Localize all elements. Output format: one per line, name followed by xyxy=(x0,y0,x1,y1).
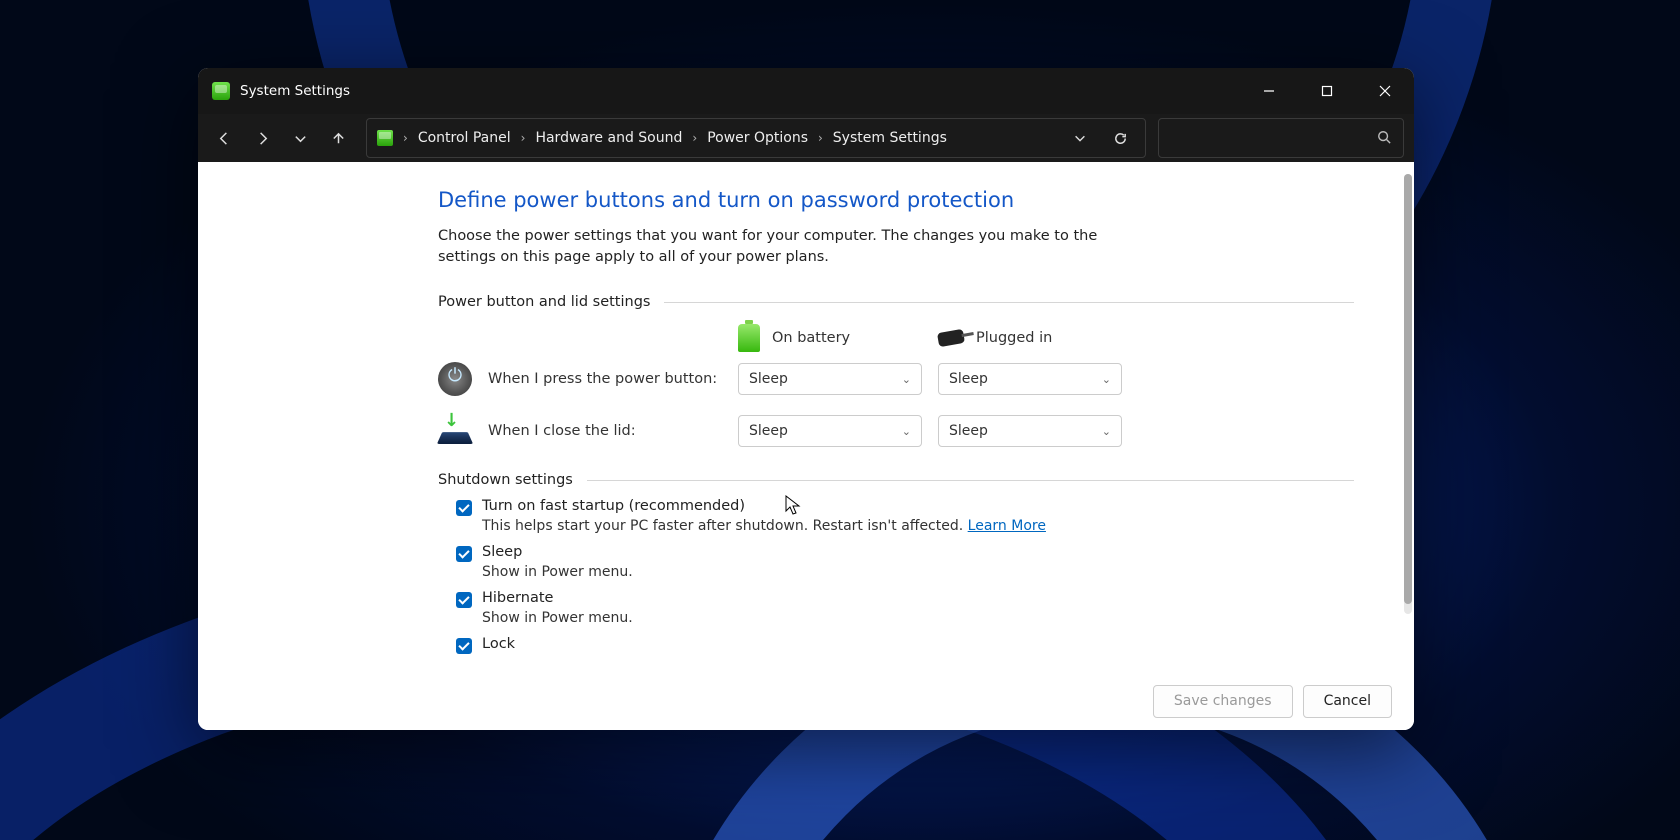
learn-more-link[interactable]: Learn More xyxy=(968,518,1046,534)
row-close-lid: When I close the lid: Sleep ⌄ Sleep ⌄ xyxy=(438,414,1354,448)
section-label-text: Shutdown settings xyxy=(438,472,573,488)
chevron-down-icon: ⌄ xyxy=(902,425,911,438)
checkbox-label: Lock xyxy=(482,636,515,652)
save-changes-button[interactable]: Save changes xyxy=(1153,685,1293,718)
content-area: Define power buttons and turn on passwor… xyxy=(198,162,1414,672)
back-button[interactable] xyxy=(208,122,240,154)
address-bar[interactable]: › Control Panel › Hardware and Sound › P… xyxy=(366,118,1146,158)
minimize-button[interactable] xyxy=(1240,68,1298,114)
select-value: Sleep xyxy=(749,423,788,439)
up-button[interactable] xyxy=(322,122,354,154)
column-on-battery: On battery xyxy=(738,324,938,352)
scrollbar-thumb[interactable] xyxy=(1404,174,1412,604)
section-label-text: Power button and lid settings xyxy=(438,294,650,310)
lid-plugged-select[interactable]: Sleep ⌄ xyxy=(938,415,1122,447)
titlebar: System Settings xyxy=(198,68,1414,114)
chevron-right-icon: › xyxy=(818,131,823,145)
close-button[interactable] xyxy=(1356,68,1414,114)
option-fast-startup: Turn on fast startup (recommended) This … xyxy=(438,498,1354,534)
hibernate-checkbox[interactable] xyxy=(456,592,472,608)
breadcrumb-system-settings[interactable]: System Settings xyxy=(833,130,947,146)
system-settings-window: System Settings › Control Panel › Hardwa… xyxy=(198,68,1414,730)
select-value: Sleep xyxy=(949,371,988,387)
row-label: When I press the power button: xyxy=(488,371,717,387)
lid-battery-select[interactable]: Sleep ⌄ xyxy=(738,415,922,447)
chevron-right-icon: › xyxy=(403,131,408,145)
battery-icon xyxy=(738,324,760,352)
select-value: Sleep xyxy=(749,371,788,387)
option-sleep: Sleep Show in Power menu. xyxy=(438,544,1354,580)
navigation-bar: › Control Panel › Hardware and Sound › P… xyxy=(198,114,1414,162)
fast-startup-description: This helps start your PC faster after sh… xyxy=(482,518,1354,534)
footer: Save changes Cancel xyxy=(198,672,1414,730)
checkbox-label: Turn on fast startup (recommended) xyxy=(482,498,745,514)
power-button-plugged-select[interactable]: Sleep ⌄ xyxy=(938,363,1122,395)
power-button-icon xyxy=(438,362,472,396)
address-dropdown[interactable] xyxy=(1065,131,1095,145)
breadcrumb-power-options[interactable]: Power Options xyxy=(707,130,808,146)
page-title: Define power buttons and turn on passwor… xyxy=(438,188,1354,212)
window-controls xyxy=(1240,68,1414,114)
section-shutdown-settings: Shutdown settings xyxy=(438,472,1354,488)
select-value: Sleep xyxy=(949,423,988,439)
recent-dropdown[interactable] xyxy=(284,122,316,154)
cancel-button[interactable]: Cancel xyxy=(1303,685,1392,718)
control-panel-icon xyxy=(377,130,393,146)
window-title: System Settings xyxy=(240,83,350,99)
sleep-checkbox[interactable] xyxy=(456,546,472,562)
section-power-button-lid: Power button and lid settings xyxy=(438,294,1354,310)
divider xyxy=(664,302,1354,303)
checkbox-description: Show in Power menu. xyxy=(482,564,1354,580)
divider xyxy=(587,480,1354,481)
chevron-right-icon: › xyxy=(521,131,526,145)
option-hibernate: Hibernate Show in Power menu. xyxy=(438,590,1354,626)
breadcrumb-hardware-sound[interactable]: Hardware and Sound xyxy=(535,130,682,146)
search-icon xyxy=(1377,129,1391,148)
page-description: Choose the power settings that you want … xyxy=(438,226,1138,268)
content: Define power buttons and turn on passwor… xyxy=(198,162,1414,672)
plug-icon xyxy=(937,329,965,347)
power-button-battery-select[interactable]: Sleep ⌄ xyxy=(738,363,922,395)
chevron-down-icon: ⌄ xyxy=(1102,425,1111,438)
search-box[interactable] xyxy=(1158,118,1404,158)
checkbox-label: Hibernate xyxy=(482,590,553,606)
maximize-button[interactable] xyxy=(1298,68,1356,114)
refresh-button[interactable] xyxy=(1105,131,1135,146)
lid-icon xyxy=(438,414,472,448)
row-power-button: When I press the power button: Sleep ⌄ S… xyxy=(438,362,1354,396)
option-lock: Lock xyxy=(438,636,1354,654)
checkbox-description: Show in Power menu. xyxy=(482,610,1354,626)
forward-button[interactable] xyxy=(246,122,278,154)
column-plugged-in: Plugged in xyxy=(938,324,1138,352)
row-label: When I close the lid: xyxy=(488,423,636,439)
chevron-down-icon: ⌄ xyxy=(1102,373,1111,386)
lock-checkbox[interactable] xyxy=(456,638,472,654)
checkbox-label: Sleep xyxy=(482,544,522,560)
chevron-down-icon: ⌄ xyxy=(902,373,911,386)
column-label: On battery xyxy=(772,330,850,346)
app-icon xyxy=(212,82,230,100)
breadcrumb-control-panel[interactable]: Control Panel xyxy=(418,130,511,146)
fast-startup-checkbox[interactable] xyxy=(456,500,472,516)
chevron-right-icon: › xyxy=(692,131,697,145)
column-label: Plugged in xyxy=(976,330,1052,346)
